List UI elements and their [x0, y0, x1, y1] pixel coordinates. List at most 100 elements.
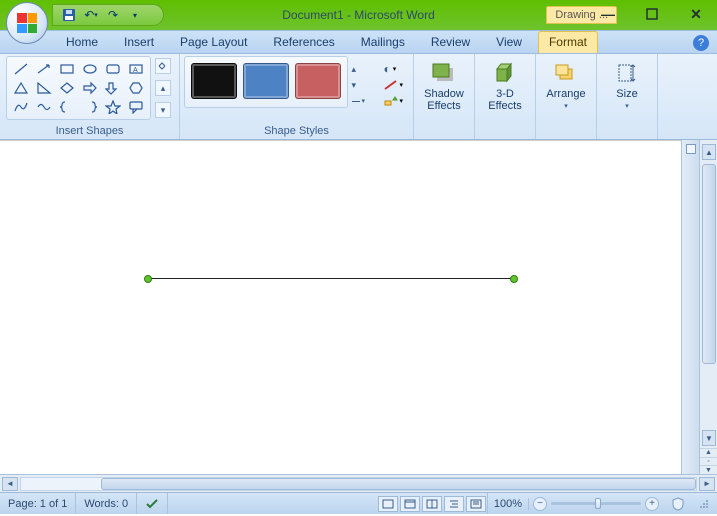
shape-rect-icon[interactable] — [56, 60, 78, 78]
shape-rarrow-icon[interactable] — [79, 79, 101, 97]
qat-customize-button[interactable]: ▾ — [127, 7, 143, 23]
group-shape-styles: ▴ ▾ ▾ ◐▾ ▾ ▾ Shape Styles — [180, 54, 414, 139]
resize-handle-right[interactable] — [510, 275, 518, 283]
resize-handle-left[interactable] — [144, 275, 152, 283]
shape-star-icon[interactable] — [102, 98, 124, 116]
maximize-button[interactable] — [637, 4, 667, 24]
status-resize-grip[interactable] — [695, 497, 713, 511]
selected-line-shape[interactable] — [146, 277, 516, 281]
window-title: Document1 - Microsoft Word — [282, 8, 435, 22]
next-page-button[interactable]: ▼ — [700, 465, 717, 474]
shape-outline-button[interactable]: ▾ — [384, 78, 410, 92]
tab-mailings[interactable]: Mailings — [351, 32, 415, 53]
tab-view[interactable]: View — [486, 32, 532, 53]
document-canvas[interactable] — [0, 140, 681, 474]
shape-curve-icon[interactable] — [10, 98, 32, 116]
edit-shape-button[interactable] — [155, 58, 171, 74]
style-swatch-3[interactable] — [295, 63, 341, 99]
shape-brace2-icon[interactable] — [79, 98, 101, 116]
browse-object-button[interactable]: ◦ — [700, 457, 717, 466]
shape-roundrect-icon[interactable] — [102, 60, 124, 78]
styles-row-down[interactable]: ▾ — [352, 78, 378, 92]
svg-text:A: A — [133, 67, 138, 74]
arrange-button[interactable]: Arrange ▾ — [540, 56, 592, 110]
shape-callout-icon[interactable] — [125, 98, 147, 116]
scroll-down-button[interactable]: ▼ — [702, 430, 716, 446]
shapes-scroll-up[interactable]: ▴ — [155, 80, 171, 96]
tab-format[interactable]: Format — [538, 31, 598, 53]
group-label: Insert Shapes — [56, 125, 124, 137]
style-swatch-1[interactable] — [191, 63, 237, 99]
tab-references[interactable]: References — [263, 32, 344, 53]
horizontal-scroll-track[interactable] — [20, 477, 697, 491]
zoom-level[interactable]: 100% — [494, 498, 529, 510]
save-button[interactable] — [61, 7, 77, 23]
dropdown-icon: ▾ — [564, 102, 568, 110]
shadow-effects-button[interactable]: Shadow Effects — [418, 56, 470, 112]
close-button[interactable]: ✕ — [681, 4, 711, 24]
zoom-slider[interactable] — [551, 502, 641, 505]
zoom-out-button[interactable]: − — [533, 497, 547, 511]
shape-triangle-icon[interactable] — [10, 79, 32, 97]
shape-textbox-icon[interactable]: A — [125, 60, 147, 78]
3d-effects-button[interactable]: 3-D Effects — [479, 56, 531, 112]
styles-row-up[interactable]: ▴ — [352, 62, 378, 76]
style-gallery[interactable] — [184, 56, 348, 108]
group-shadow-effects: Shadow Effects — [414, 54, 475, 139]
shape-arrow-icon[interactable] — [33, 60, 55, 78]
redo-button[interactable]: ↷ — [105, 7, 121, 23]
style-swatch-2[interactable] — [243, 63, 289, 99]
shape-rtriangle-icon[interactable] — [33, 79, 55, 97]
scroll-up-button[interactable]: ▲ — [702, 144, 716, 160]
minimize-button[interactable]: — — [593, 4, 623, 24]
styles-more-button[interactable]: ▾ — [352, 94, 378, 108]
shapes-gallery[interactable]: A — [6, 56, 151, 120]
tab-insert[interactable]: Insert — [114, 32, 164, 53]
vertical-scroll-thumb[interactable] — [702, 164, 716, 364]
zoom-slider-thumb[interactable] — [595, 498, 601, 509]
group-insert-shapes: A ▴ ▾ Insert Shapes — [0, 54, 180, 139]
tab-home[interactable]: Home — [56, 32, 108, 53]
office-button[interactable] — [6, 2, 48, 44]
ruler-toggle-button[interactable] — [686, 144, 696, 154]
full-screen-view-button[interactable] — [400, 496, 420, 512]
word-count[interactable]: Words: 0 — [76, 493, 137, 514]
outline-view-button[interactable] — [444, 496, 464, 512]
cube-icon — [490, 60, 520, 86]
window-controls: — ✕ — [593, 4, 711, 24]
shape-brace-icon[interactable] — [56, 98, 78, 116]
macro-security-icon[interactable] — [669, 497, 687, 511]
print-layout-view-button[interactable] — [378, 496, 398, 512]
horizontal-scrollbar[interactable]: ◄ ► — [0, 474, 717, 492]
shape-diamond-icon[interactable] — [56, 79, 78, 97]
proofing-button[interactable] — [137, 493, 168, 514]
ribbon: A ▴ ▾ Insert Shapes — [0, 54, 717, 140]
vertical-scrollbar[interactable]: ▲ ▼ ▲ ◦ ▼ — [699, 140, 717, 474]
page-indicator[interactable]: Page: 1 of 1 — [0, 493, 76, 514]
tab-review[interactable]: Review — [421, 32, 480, 53]
change-shape-button[interactable]: ▾ — [384, 94, 410, 108]
web-layout-view-button[interactable] — [422, 496, 442, 512]
shape-hex-icon[interactable] — [125, 79, 147, 97]
prev-page-button[interactable]: ▲ — [700, 448, 717, 457]
shape-fill-button[interactable]: ◐▾ — [384, 62, 410, 76]
undo-button[interactable]: ↶▾ — [83, 7, 99, 23]
shape-wave-icon[interactable] — [33, 98, 55, 116]
zoom-in-button[interactable]: + — [645, 497, 659, 511]
group-arrange: Arrange ▾ — [536, 54, 597, 139]
shape-darrow-icon[interactable] — [102, 79, 124, 97]
tab-page-layout[interactable]: Page Layout — [170, 32, 257, 53]
scroll-right-button[interactable]: ► — [699, 477, 715, 491]
help-button[interactable]: ? — [693, 35, 709, 51]
quick-access-toolbar: ↶▾ ↷ ▾ — [52, 4, 164, 26]
shapes-more-button[interactable]: ▾ — [155, 102, 171, 118]
status-bar: Page: 1 of 1 Words: 0 100% − + — [0, 492, 717, 514]
shape-line-icon[interactable] — [10, 60, 32, 78]
size-icon — [612, 60, 642, 86]
scroll-left-button[interactable]: ◄ — [2, 477, 18, 491]
horizontal-scroll-thumb[interactable] — [101, 478, 696, 490]
ribbon-tabs: Home Insert Page Layout References Maili… — [0, 30, 717, 54]
shape-oval-icon[interactable] — [79, 60, 101, 78]
size-button[interactable]: Size ▾ — [601, 56, 653, 110]
draft-view-button[interactable] — [466, 496, 486, 512]
